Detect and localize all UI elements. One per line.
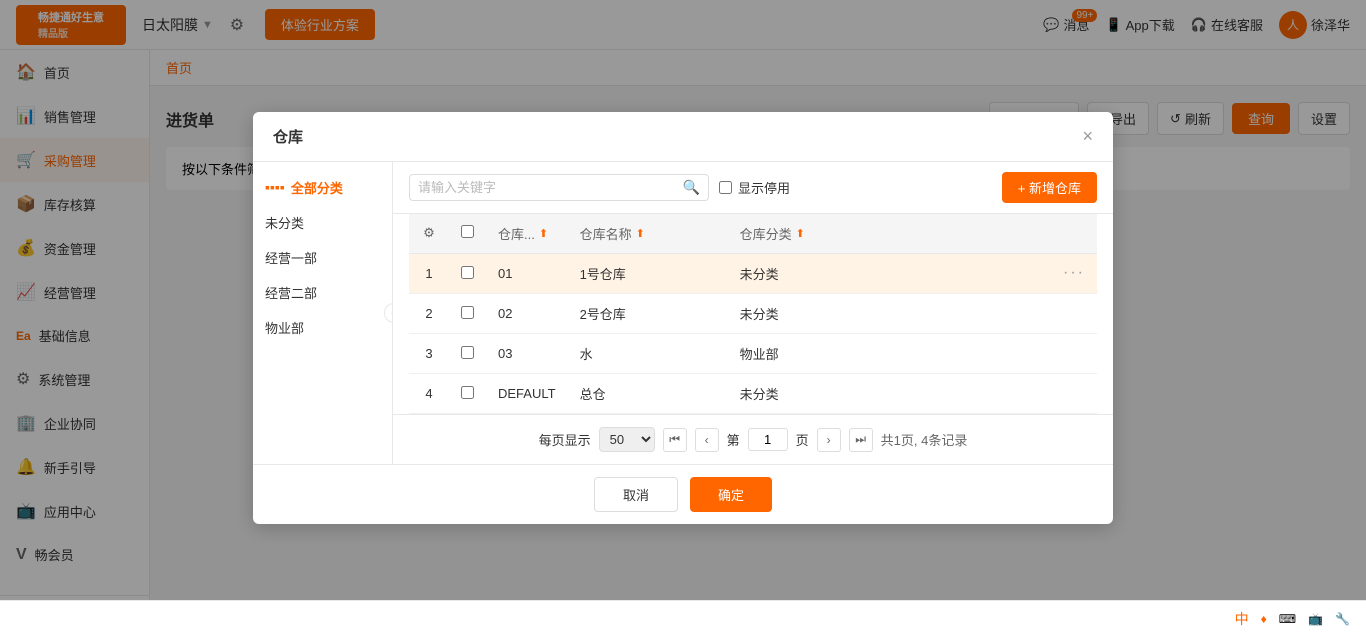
category-item-dept2[interactable]: 经营二部: [253, 275, 392, 310]
modal-overlay[interactable]: 仓库 × ▪▪▪▪ 全部分类 未分类 经营一部 经营二部: [0, 0, 1366, 636]
code-sort-icon: ⬆: [539, 227, 548, 240]
row-code-cell: 02: [486, 294, 568, 334]
row-settings-cell: 1: [409, 253, 449, 294]
page-unit: 页: [796, 430, 809, 449]
category-item-dept1[interactable]: 经营一部: [253, 240, 392, 275]
per-page-label: 每页显示: [539, 430, 591, 449]
prev-page-btn[interactable]: ‹: [695, 428, 719, 452]
modal-body: ▪▪▪▪ 全部分类 未分类 经营一部 经营二部 物业部 «: [253, 162, 1113, 465]
row-name-cell: 1号仓库: [568, 253, 728, 294]
row-name-cell: 水: [568, 334, 728, 374]
row-checkbox-3[interactable]: [461, 386, 474, 399]
warehouse-search-input[interactable]: [418, 180, 677, 195]
bottom-icon-keyboard[interactable]: ⌨: [1279, 612, 1296, 626]
row-checkbox-2[interactable]: [461, 346, 474, 359]
gear-icon-header: ⚙: [423, 225, 435, 240]
per-page-select[interactable]: 50 10 20 100: [599, 427, 655, 452]
row-checkbox-cell: [449, 253, 486, 294]
row-num: 1: [425, 266, 432, 281]
row-category-cell: 未分类: [728, 294, 1097, 334]
row-actions[interactable]: ···: [1063, 264, 1085, 282]
category-item-property[interactable]: 物业部: [253, 310, 392, 345]
page-label: 第: [727, 430, 740, 449]
modal-category-sidebar: ▪▪▪▪ 全部分类 未分类 经营一部 经营二部 物业部 «: [253, 162, 393, 465]
row-num: 2: [425, 306, 432, 321]
row-checkbox-0[interactable]: [461, 266, 474, 279]
modal-header: 仓库 ×: [253, 112, 1113, 162]
modal-toolbar: 🔍 显示停用 + 新增仓库: [393, 162, 1113, 214]
bottom-icon-chinese[interactable]: 中: [1235, 609, 1249, 629]
category-label-uncategorized: 未分类: [265, 216, 304, 231]
category-label-dept2: 经营二部: [265, 286, 317, 301]
table-row[interactable]: 4 DEFAULT 总仓 未分类: [409, 374, 1097, 414]
warehouse-table: ⚙ 仓库... ⬆: [409, 214, 1097, 415]
category-label-property: 物业部: [265, 321, 304, 336]
row-checkbox-1[interactable]: [461, 306, 474, 319]
search-icon[interactable]: 🔍: [683, 179, 700, 196]
modal-footer: 取消 确定: [253, 464, 1113, 524]
row-code-cell: 03: [486, 334, 568, 374]
show-disabled-label[interactable]: 显示停用: [719, 178, 790, 197]
next-page-btn[interactable]: ›: [817, 428, 841, 452]
row-category-cell: 物业部: [728, 334, 1097, 374]
warehouse-search-box: 🔍: [409, 174, 709, 201]
row-category-cell: 未分类: [728, 374, 1097, 414]
category-label-dept1: 经营一部: [265, 251, 317, 266]
all-categories-btn[interactable]: ▪▪▪▪ 全部分类: [253, 170, 392, 205]
pagination-summary: 共1页, 4条记录: [881, 430, 968, 449]
row-checkbox-cell: [449, 294, 486, 334]
row-category-cell: 未分类 ···: [728, 254, 1097, 294]
bottom-bar: 中 ♦ ⌨ 📺 🔧: [0, 600, 1366, 636]
row-settings-cell: 3: [409, 334, 449, 374]
col-name-header[interactable]: 仓库名称 ⬆: [568, 214, 728, 254]
row-num: 4: [425, 386, 432, 401]
row-code-cell: DEFAULT: [486, 374, 568, 414]
bottom-icon-tools[interactable]: 🔧: [1335, 612, 1350, 626]
warehouse-table-wrap: ⚙ 仓库... ⬆: [393, 214, 1113, 415]
row-num: 3: [425, 346, 432, 361]
page-number-input[interactable]: [748, 428, 788, 451]
row-settings-cell: 4: [409, 374, 449, 414]
show-disabled-checkbox[interactable]: [719, 181, 732, 194]
row-settings-cell: 2: [409, 294, 449, 334]
warehouse-modal: 仓库 × ▪▪▪▪ 全部分类 未分类 经营一部 经营二部: [253, 112, 1113, 525]
first-page-btn[interactable]: ⏮: [663, 428, 687, 452]
bottom-icon-monitor[interactable]: 📺: [1308, 612, 1323, 626]
pagination-bar: 每页显示 50 10 20 100 ⏮ ‹ 第 页 › ⏭ 共1页, 4条记录: [393, 414, 1113, 464]
category-sort-icon: ⬆: [796, 227, 805, 240]
table-header-row: ⚙ 仓库... ⬆: [409, 214, 1097, 254]
all-categories-label: 全部分类: [291, 178, 343, 197]
show-disabled-text: 显示停用: [738, 178, 790, 197]
col-settings-header: ⚙: [409, 214, 449, 254]
col-checkbox-header: [449, 214, 486, 254]
row-checkbox-cell: [449, 374, 486, 414]
select-all-checkbox[interactable]: [461, 225, 474, 238]
bottom-icon-dot[interactable]: ♦: [1261, 612, 1267, 626]
confirm-btn[interactable]: 确定: [690, 477, 772, 512]
cancel-btn[interactable]: 取消: [594, 477, 678, 512]
add-warehouse-btn[interactable]: + 新增仓库: [1002, 172, 1097, 203]
col-category-header[interactable]: 仓库分类 ⬆: [728, 214, 1097, 254]
last-page-btn[interactable]: ⏭: [849, 428, 873, 452]
table-row[interactable]: 2 02 2号仓库 未分类: [409, 294, 1097, 334]
row-checkbox-cell: [449, 334, 486, 374]
table-row[interactable]: 1 01 1号仓库 未分类 ···: [409, 253, 1097, 294]
grid-icon: ▪▪▪▪: [265, 179, 285, 195]
row-name-cell: 2号仓库: [568, 294, 728, 334]
modal-close-btn[interactable]: ×: [1082, 127, 1093, 145]
row-name-cell: 总仓: [568, 374, 728, 414]
modal-main-panel: 🔍 显示停用 + 新增仓库 ⚙: [393, 162, 1113, 465]
modal-title: 仓库: [273, 126, 303, 147]
row-code-cell: 01: [486, 253, 568, 294]
table-row[interactable]: 3 03 水 物业部: [409, 334, 1097, 374]
category-item-uncategorized[interactable]: 未分类: [253, 205, 392, 240]
name-sort-icon: ⬆: [636, 227, 645, 240]
col-code-header[interactable]: 仓库... ⬆: [486, 214, 568, 254]
